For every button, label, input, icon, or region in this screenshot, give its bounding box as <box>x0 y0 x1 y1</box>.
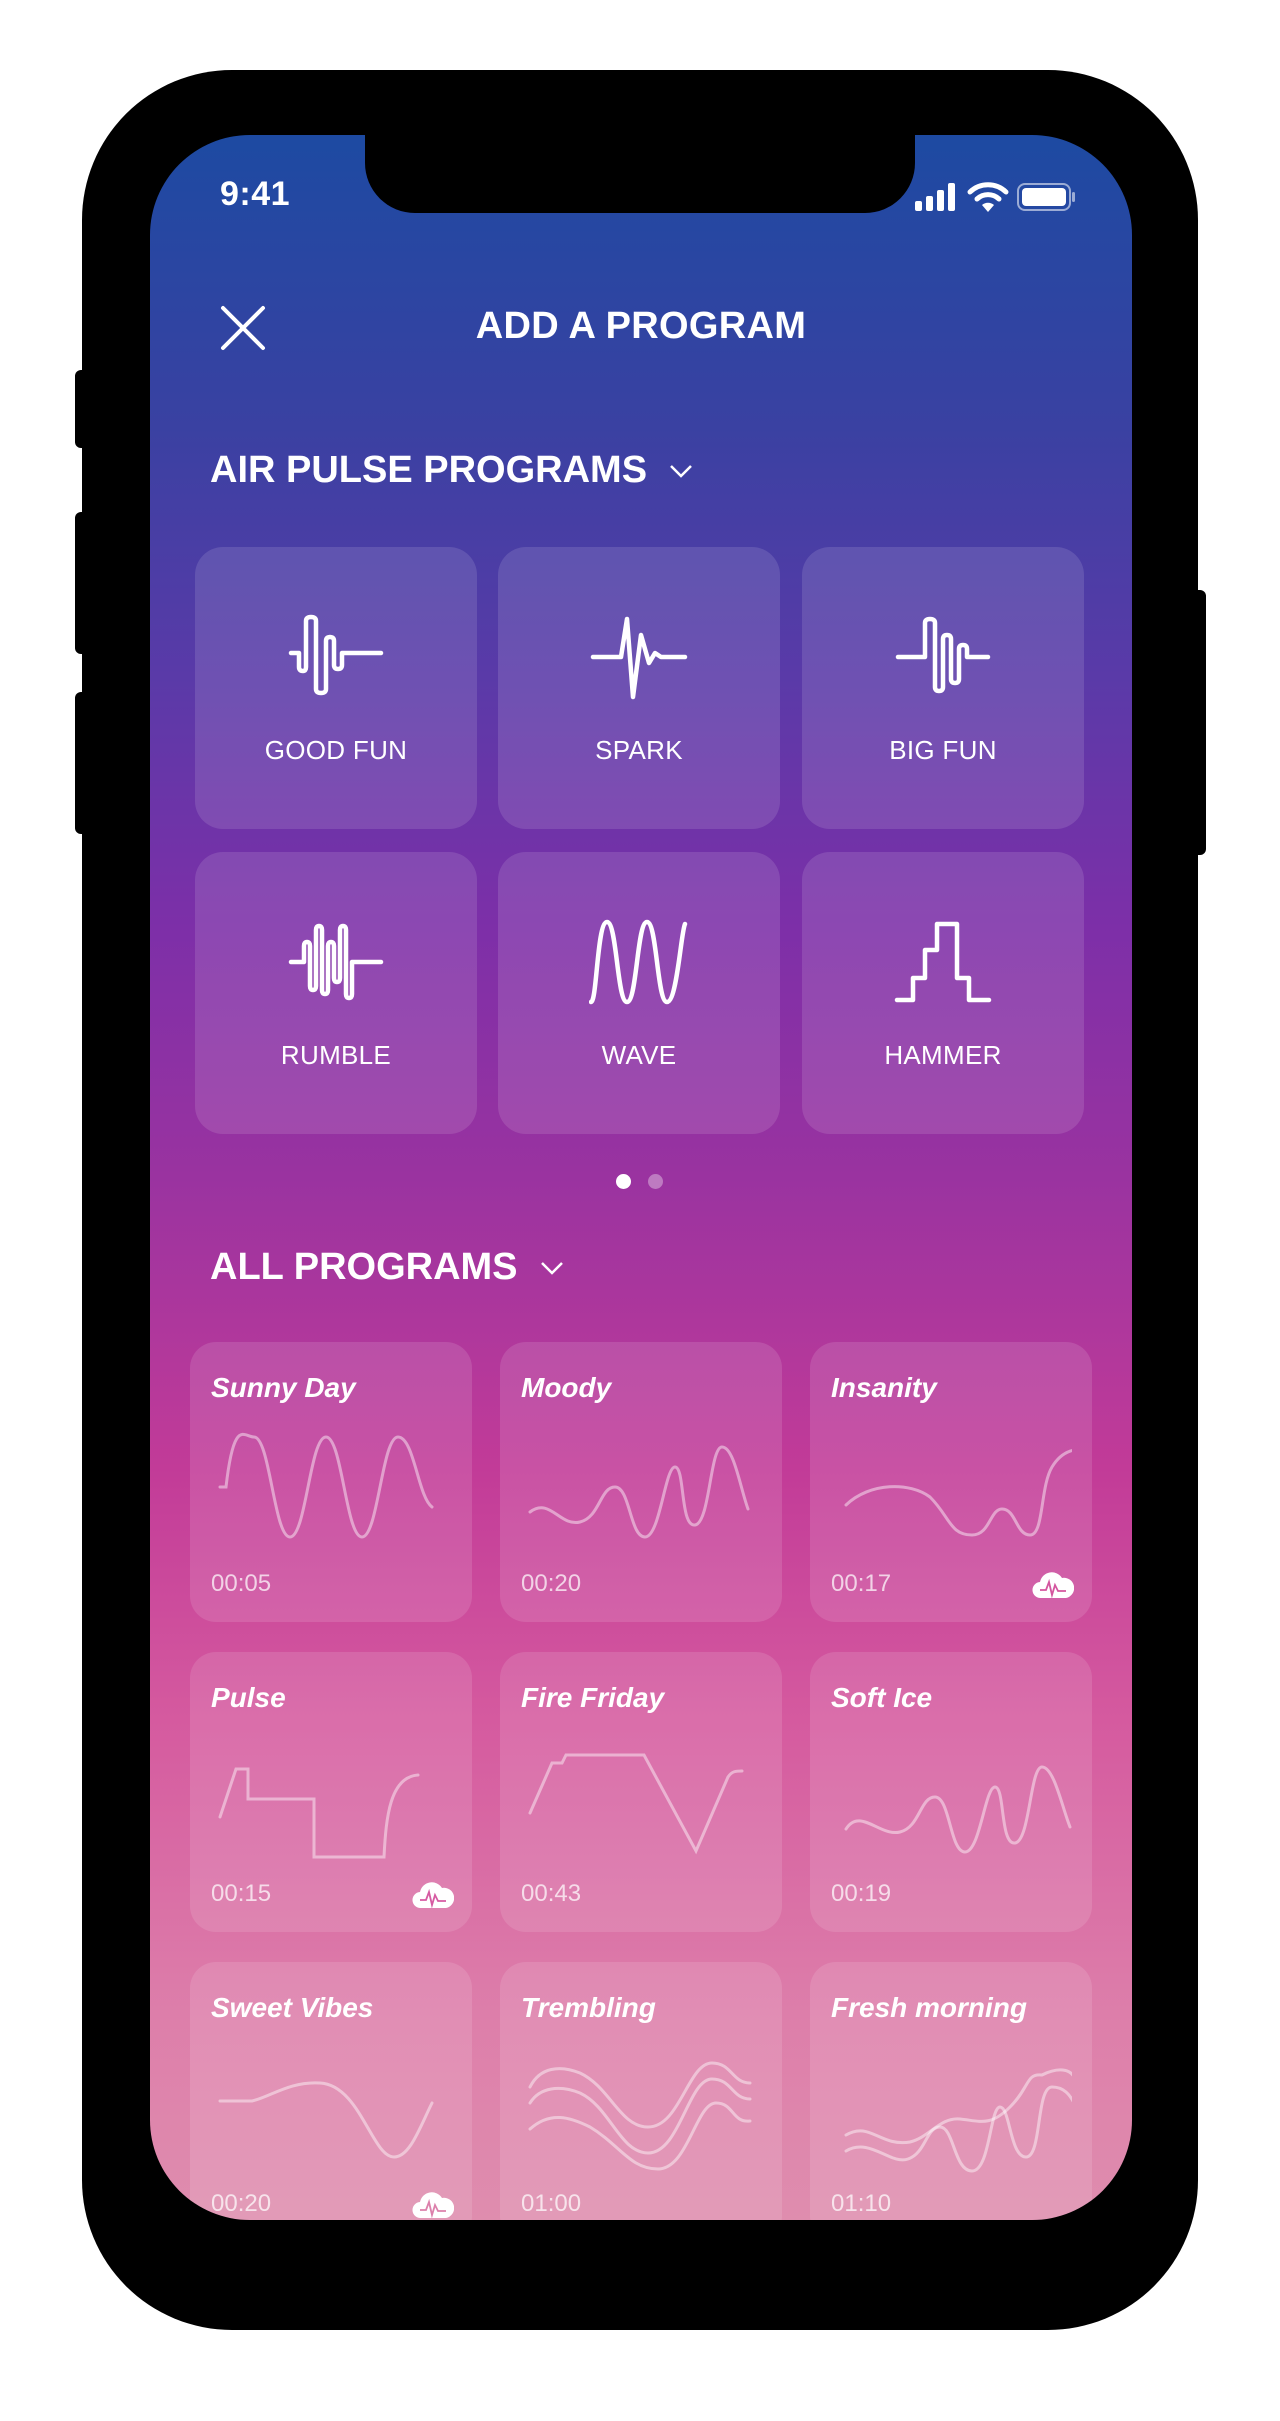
battery-icon <box>1017 183 1075 211</box>
program-name: Moody <box>521 1372 612 1403</box>
rumble-wave-icon <box>288 923 384 1001</box>
program-name: Fresh morning <box>831 1992 1028 2023</box>
pulse-card-label: RUMBLE <box>280 1040 392 1070</box>
program-duration: 00:17 <box>831 1570 892 1597</box>
pager-dot-1[interactable] <box>616 1174 631 1189</box>
all-programs-section-toggle[interactable]: ALL PROGRAMS <box>210 1246 564 1289</box>
program-name: Fire Friday <box>521 1682 665 1713</box>
program-waveform <box>528 1753 744 1855</box>
program-duration: 00:19 <box>831 1880 892 1907</box>
page-title: ADD A PROGRAM <box>475 305 807 347</box>
program-waveform <box>844 2068 1072 2173</box>
pulse-card-big-fun[interactable]: BIG FUN <box>802 547 1084 829</box>
status-icons <box>915 181 1075 212</box>
status-time: 9:41 <box>220 175 291 213</box>
program-card-trembling[interactable]: Trembling 01:00 <box>500 1962 782 2220</box>
program-card-insanity[interactable]: Insanity 00:17 <box>810 1342 1092 1622</box>
notch <box>365 135 915 213</box>
program-duration: 00:20 <box>521 1570 582 1597</box>
chevron-down-icon <box>540 1261 563 1275</box>
program-duration: 00:20 <box>211 2190 272 2217</box>
pulse-card-label: SPARK <box>595 735 683 765</box>
air-pulse-section-toggle[interactable]: AIR PULSE PROGRAMS <box>210 449 693 492</box>
all-programs-section-title: ALL PROGRAMS <box>210 1246 518 1288</box>
cloud-sync-icon <box>412 2192 454 2219</box>
pulse-card-label: BIG FUN <box>889 735 997 765</box>
pulse-card-label: GOOD FUN <box>264 735 408 765</box>
cloud-sync-icon <box>1032 1572 1074 1599</box>
program-waveform <box>218 1767 420 1859</box>
pager-dot-2[interactable] <box>648 1174 663 1189</box>
program-card-sweet-vibes[interactable]: Sweet Vibes 00:20 <box>190 1962 472 2220</box>
program-waveform <box>844 1448 1072 1537</box>
pager-dots <box>616 1174 663 1189</box>
program-waveform <box>528 1445 750 1539</box>
program-waveform <box>218 2081 434 2159</box>
good-fun-wave-icon <box>288 614 384 696</box>
program-duration: 01:10 <box>831 2190 892 2217</box>
chevron-down-icon <box>670 464 692 478</box>
pulse-card-spark[interactable]: SPARK <box>498 547 780 829</box>
program-duration: 00:15 <box>211 1880 272 1907</box>
program-card-pulse[interactable]: Pulse 00:15 <box>190 1652 472 1932</box>
app-screen: 9:41 ADD A PROGRAM AIR PULSE PROGRAMS GO… <box>150 135 1132 2220</box>
program-name: Insanity <box>831 1372 937 1403</box>
pulse-card-good-fun[interactable]: GOOD FUN <box>195 547 477 829</box>
program-card-sunny-day[interactable]: Sunny Day 00:05 <box>190 1342 472 1622</box>
pulse-card-label: WAVE <box>601 1040 677 1070</box>
program-card-fire-friday[interactable]: Fire Friday 00:43 <box>500 1652 782 1932</box>
program-name: Trembling <box>521 1992 656 2023</box>
pulse-card-rumble[interactable]: RUMBLE <box>195 852 477 1134</box>
pulse-card-hammer[interactable]: HAMMER <box>802 852 1084 1134</box>
pulse-card-wave[interactable]: WAVE <box>498 852 780 1134</box>
program-name: Soft Ice <box>831 1682 933 1713</box>
program-waveform <box>218 1432 434 1539</box>
program-card-soft-ice[interactable]: Soft Ice 00:19 <box>810 1652 1092 1932</box>
pulse-card-label: HAMMER <box>884 1040 1002 1070</box>
cloud-sync-icon <box>412 1882 454 1909</box>
program-duration: 00:05 <box>211 1570 272 1597</box>
program-name: Sunny Day <box>211 1372 356 1403</box>
air-pulse-section-title: AIR PULSE PROGRAMS <box>210 449 648 491</box>
program-card-moody[interactable]: Moody 00:20 <box>500 1342 782 1622</box>
big-fun-wave-icon <box>895 616 991 694</box>
program-duration: 01:00 <box>521 2190 582 2217</box>
program-name: Pulse <box>211 1682 286 1713</box>
wifi-icon <box>967 182 1009 212</box>
cellular-signal-icon <box>915 183 955 211</box>
spark-heartbeat-icon <box>590 616 688 700</box>
sine-wave-icon <box>589 919 688 1005</box>
hammer-step-icon <box>894 921 992 1003</box>
program-name: Sweet Vibes <box>211 1992 374 2023</box>
program-waveform <box>528 2061 752 2171</box>
program-duration: 00:43 <box>521 1880 582 1907</box>
program-waveform <box>844 1765 1072 1854</box>
program-card-fresh-morning[interactable]: Fresh morning 01:10 <box>810 1962 1092 2220</box>
